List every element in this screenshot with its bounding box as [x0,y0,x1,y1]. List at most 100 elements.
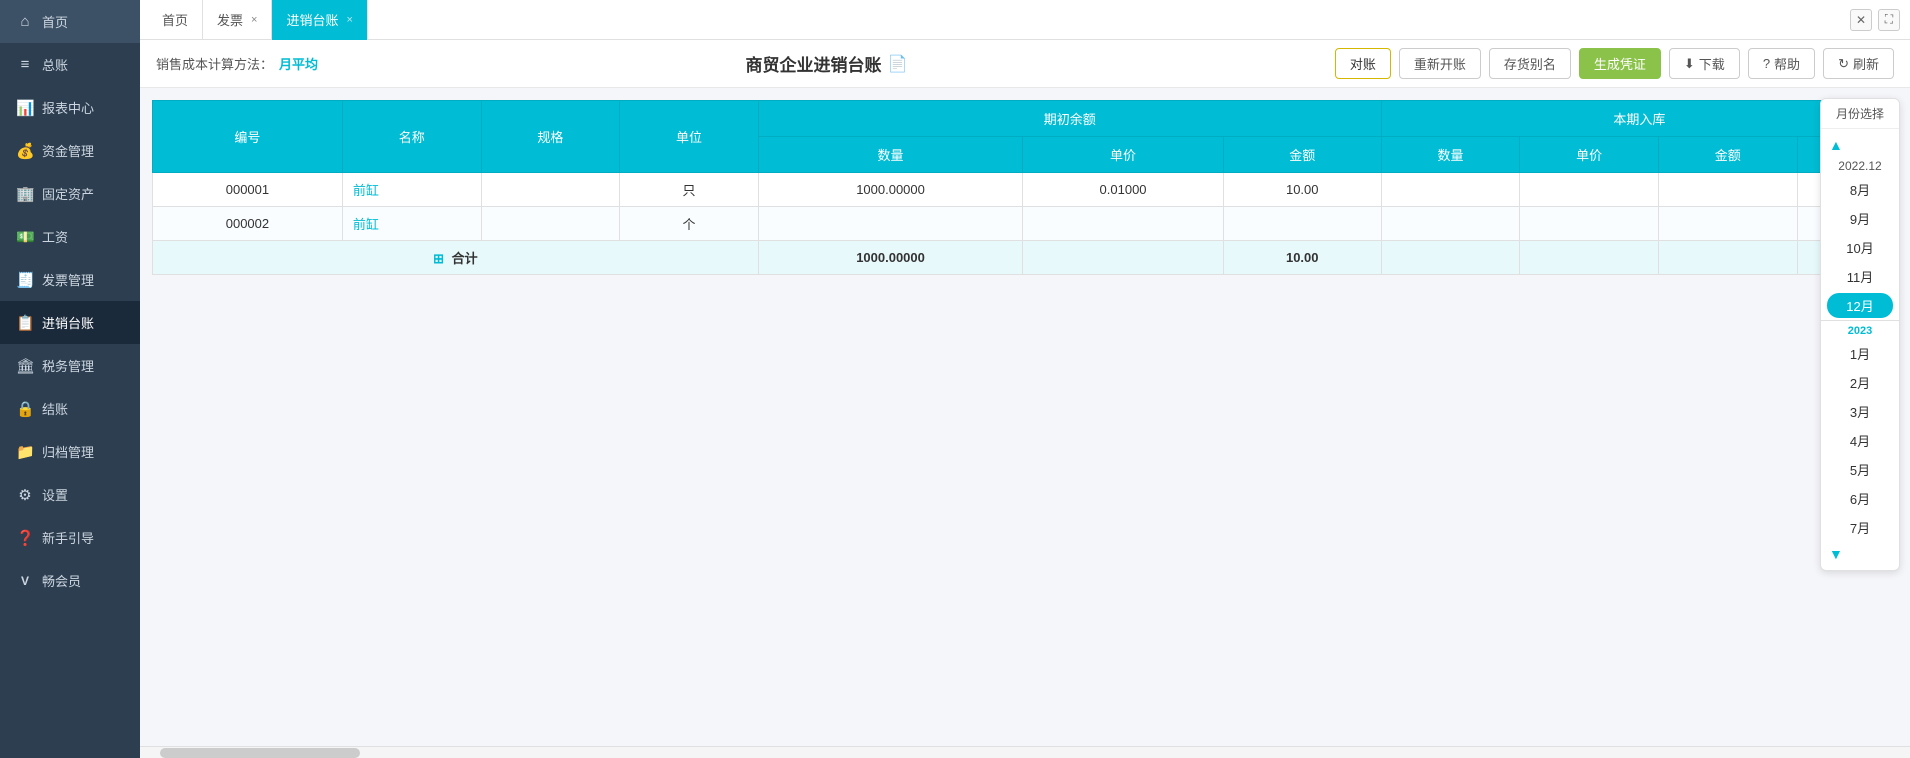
sidebar-item-member[interactable]: V 畅会员 [0,559,140,602]
month-item-1[interactable]: 1月 [1821,339,1899,368]
month-nav-up-button[interactable]: ▲ [1829,137,1843,153]
toolbar-actions: 对账 重新开账 存货别名 生成凭证 ⬇ 下载 ? 帮助 ↻ 刷新 [1335,48,1894,79]
reconcile-button[interactable]: 对账 [1335,48,1391,79]
tab-home[interactable]: 首页 [148,0,203,40]
help-icon: ? [1763,56,1770,71]
total-in-price [1520,241,1659,275]
month-item-7[interactable]: 7月 [1821,513,1899,542]
total-in-qty [1381,241,1520,275]
total-opening-amount: 10.00 [1223,241,1381,275]
salary-icon: 💵 [16,228,34,246]
sidebar: ⌂ 首页 ≡ 总账 📊 报表中心 💰 资金管理 🏢 固定资产 💵 工资 🧾 发票… [0,0,140,758]
maximize-window-button[interactable]: ⛶ [1878,9,1900,31]
member-icon: V [16,574,34,588]
month-item-3[interactable]: 3月 [1821,397,1899,426]
sidebar-item-home[interactable]: ⌂ 首页 [0,0,140,43]
help-button[interactable]: ? 帮助 [1748,48,1815,79]
total-opening-qty: 1000.00000 [758,241,1022,275]
month-nav-down: ▼ [1821,542,1899,566]
sidebar-item-purchase-sales[interactable]: 📋 进销台账 [0,301,140,344]
sidebar-item-label: 结账 [42,399,68,418]
cell-in-amount [1658,173,1797,207]
sidebar-item-reports[interactable]: 📊 报表中心 [0,86,140,129]
cell-unit: 只 [620,173,759,207]
cell-in-qty [1381,173,1520,207]
closing-icon: 🔒 [16,400,34,418]
sidebar-item-closing[interactable]: 🔒 结账 [0,387,140,430]
year-2023-label: 2023 [1821,323,1899,339]
month-item-5[interactable]: 5月 [1821,455,1899,484]
sidebar-item-label: 设置 [42,485,68,504]
col-header-code: 编号 [153,101,343,173]
download-icon: ⬇ [1684,56,1695,72]
close-window-button[interactable]: ✕ [1850,9,1872,31]
sub-header-opening-qty: 数量 [758,137,1022,173]
tab-invoice-close[interactable]: × [251,14,257,26]
cell-in-amount [1658,207,1797,241]
purchase-sales-table: 编号 名称 规格 单位 期初余额 本期入库 数量 单价 金额 数量 单价 金额 [152,100,1898,275]
month-item-9[interactable]: 9月 [1821,204,1899,233]
month-item-8[interactable]: 8月 [1821,175,1899,204]
cell-code: 000002 [153,207,343,241]
month-item-10[interactable]: 10月 [1821,233,1899,262]
save-as-button[interactable]: 存货别名 [1489,48,1571,79]
cost-method-info: 销售成本计算方法： 月平均 [156,54,318,73]
cost-method-value: 月平均 [279,54,318,73]
sidebar-item-label: 新手引导 [42,528,94,547]
sidebar-item-label: 总账 [42,55,68,74]
cell-name: 前缸 [342,207,481,241]
purchase-sales-icon: 📋 [16,314,34,332]
cell-opening-amount [1223,207,1381,241]
assets-icon: 🏢 [16,185,34,203]
sidebar-item-label: 报表中心 [42,98,94,117]
sidebar-item-label: 工资 [42,227,68,246]
total-label-cell: ⊞ 合计 [153,241,759,275]
sub-header-in-amount: 金额 [1658,137,1797,173]
sidebar-item-settings[interactable]: ⚙ 设置 [0,473,140,516]
sidebar-item-assets[interactable]: 🏢 固定资产 [0,172,140,215]
sidebar-item-archive[interactable]: 📁 归档管理 [0,430,140,473]
month-nav-up: ▲ [1821,133,1899,157]
sidebar-item-salary[interactable]: 💵 工资 [0,215,140,258]
generate-voucher-button[interactable]: 生成凭证 [1579,48,1661,79]
content-area: 销售成本计算方法： 月平均 商贸企业进销台账 📄 对账 重新开账 存货别名 生成… [140,40,1910,758]
col-header-unit: 单位 [620,101,759,173]
download-button[interactable]: ⬇ 下载 [1669,48,1740,79]
sidebar-item-label: 固定资产 [42,184,94,203]
sidebar-item-ledger[interactable]: ≡ 总账 [0,43,140,86]
tab-invoice-label: 发票 [217,10,243,29]
settings-icon: ⚙ [16,486,34,504]
month-item-12[interactable]: 12月 [1827,293,1893,318]
tab-purchase-sales[interactable]: 进销台账 × [272,0,367,40]
tab-purchase-sales-close[interactable]: × [346,14,352,26]
year-2022-label: 2022.12 [1821,157,1899,175]
tab-invoice[interactable]: 发票 × [203,0,272,40]
cell-name: 前缸 [342,173,481,207]
sidebar-item-label: 归档管理 [42,442,94,461]
month-panel-header: 月份选择 [1821,99,1899,129]
cost-method-label: 销售成本计算方法： [156,54,273,73]
main-area: 首页 发票 × 进销台账 × ✕ ⛶ 销售成本计算方法： 月平均 商贸企业进销台… [140,0,1910,758]
sidebar-item-tax[interactable]: 🏛 税务管理 [0,344,140,387]
month-item-4[interactable]: 4月 [1821,426,1899,455]
month-item-2[interactable]: 2月 [1821,368,1899,397]
tax-icon: 🏛 [16,357,34,375]
month-item-11[interactable]: 11月 [1821,262,1899,291]
horizontal-scrollbar[interactable] [140,746,1910,758]
sidebar-item-guide[interactable]: ❓ 新手引导 [0,516,140,559]
reopen-button[interactable]: 重新开账 [1399,48,1481,79]
cell-spec [481,207,620,241]
sidebar-item-funds[interactable]: 💰 资金管理 [0,129,140,172]
total-row: ⊞ 合计 1000.00000 10.00 [153,241,1898,275]
month-item-6[interactable]: 6月 [1821,484,1899,513]
refresh-icon: ↻ [1838,56,1849,72]
sidebar-item-label: 首页 [42,12,68,31]
refresh-button[interactable]: ↻ 刷新 [1823,48,1894,79]
reports-icon: 📊 [16,99,34,117]
total-label: 合计 [452,251,478,266]
month-nav-down-button[interactable]: ▼ [1829,546,1843,562]
sidebar-item-invoice-mgmt[interactable]: 🧾 发票管理 [0,258,140,301]
cell-code: 000001 [153,173,343,207]
cell-opening-qty [758,207,1022,241]
sub-header-in-qty: 数量 [1381,137,1520,173]
